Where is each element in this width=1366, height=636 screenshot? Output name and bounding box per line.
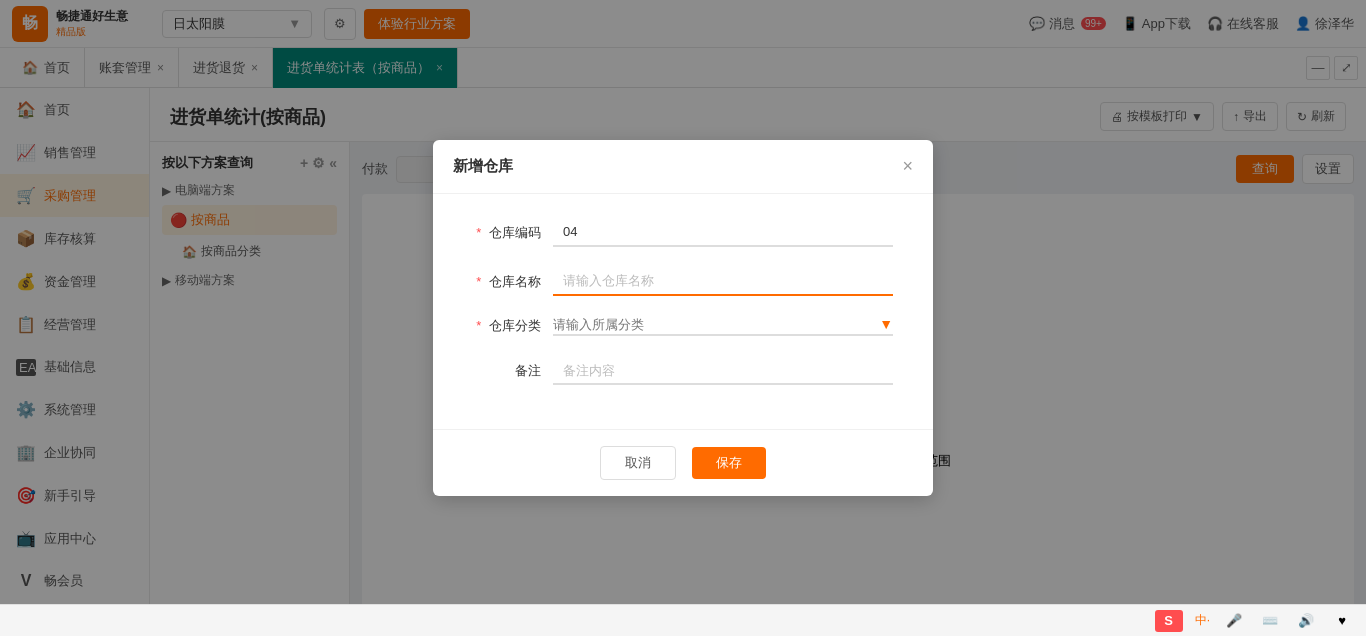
category-required: * <box>476 318 481 333</box>
category-input[interactable] <box>553 317 879 332</box>
modal-close-button[interactable]: × <box>902 156 913 177</box>
modal-body: * 仓库编码 * 仓库名称 * 仓库分类 <box>433 194 933 429</box>
form-row-category: * 仓库分类 ▼ <box>473 316 893 336</box>
heart-icon[interactable]: ♥ <box>1330 609 1354 633</box>
save-button[interactable]: 保存 <box>692 447 766 479</box>
code-input[interactable] <box>553 218 893 247</box>
status-bar: S 中· 🎤 ⌨️ 🔊 ♥ <box>0 604 1366 636</box>
volume-icon[interactable]: 🔊 <box>1294 609 1318 633</box>
warehouse-modal: 新增仓库 × * 仓库编码 * 仓库名称 <box>433 140 933 496</box>
category-select-wrap[interactable]: ▼ <box>553 316 893 336</box>
cancel-button[interactable]: 取消 <box>600 446 676 480</box>
form-row-note: 备注 <box>473 356 893 385</box>
modal-overlay: 新增仓库 × * 仓库编码 * 仓库名称 <box>0 0 1366 636</box>
note-label: 备注 <box>473 362 553 380</box>
s-logo[interactable]: S <box>1155 610 1183 632</box>
name-input[interactable] <box>553 267 893 296</box>
name-label: * 仓库名称 <box>473 273 553 291</box>
mic-icon[interactable]: 🎤 <box>1222 609 1246 633</box>
modal-header: 新增仓库 × <box>433 140 933 194</box>
modal-title: 新增仓库 <box>453 157 513 176</box>
form-row-code: * 仓库编码 <box>473 218 893 247</box>
zh-label[interactable]: 中· <box>1195 612 1210 629</box>
category-dropdown-icon: ▼ <box>879 316 893 332</box>
code-label: * 仓库编码 <box>473 224 553 242</box>
category-label: * 仓库分类 <box>473 317 553 335</box>
name-required: * <box>476 274 481 289</box>
form-row-name: * 仓库名称 <box>473 267 893 296</box>
code-required: * <box>476 225 481 240</box>
note-textarea[interactable] <box>553 356 893 385</box>
modal-footer: 取消 保存 <box>433 429 933 496</box>
keyboard-icon[interactable]: ⌨️ <box>1258 609 1282 633</box>
